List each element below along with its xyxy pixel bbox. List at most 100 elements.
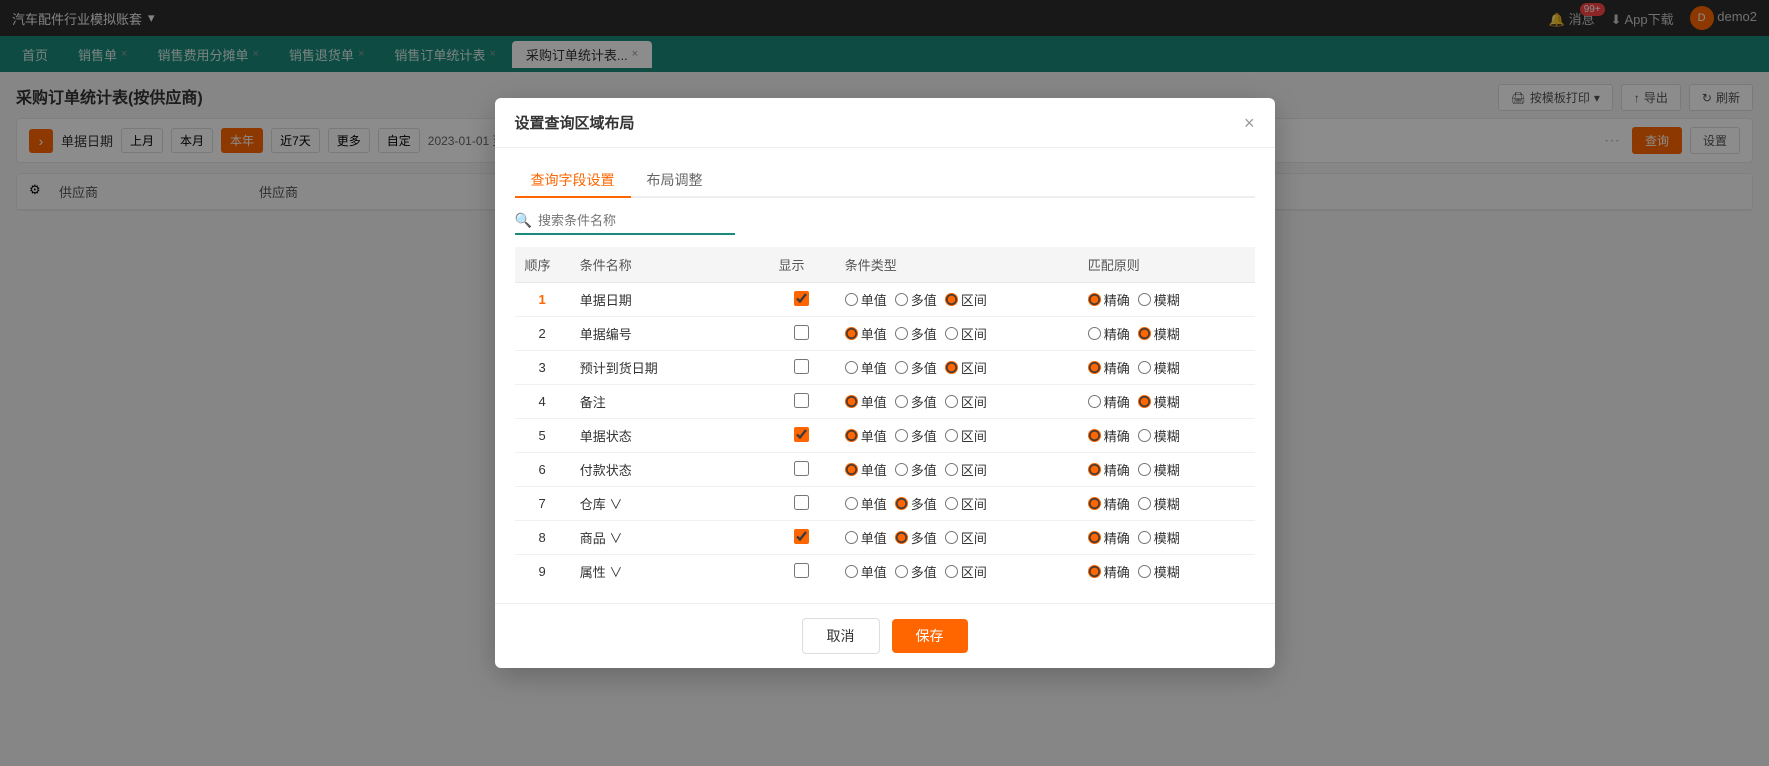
- type-option-type_range[interactable]: 区间: [945, 528, 987, 547]
- cell-type: 单值多值区间: [835, 453, 1078, 487]
- type-option-type_single[interactable]: 单值: [845, 290, 887, 309]
- dialog-tab-query[interactable]: 查询字段设置: [515, 164, 631, 198]
- match-radio-group: 精确模糊: [1088, 494, 1245, 513]
- cell-show[interactable]: [769, 385, 835, 419]
- table-row: 8商品 ∨单值多值区间精确模糊: [515, 521, 1255, 555]
- table-row: 2单据编号单值多值区间精确模糊: [515, 317, 1255, 351]
- cell-show[interactable]: [769, 317, 835, 351]
- type-option-type_multi[interactable]: 多值: [895, 528, 937, 547]
- match-option-match_fuzzy[interactable]: 模糊: [1138, 290, 1180, 309]
- show-checkbox[interactable]: [794, 529, 809, 544]
- cell-order: 4: [515, 385, 570, 419]
- show-checkbox[interactable]: [794, 359, 809, 374]
- cell-show[interactable]: [769, 351, 835, 385]
- match-option-match_exact[interactable]: 精确: [1088, 324, 1130, 343]
- type-option-type_single[interactable]: 单值: [845, 494, 887, 513]
- match-option-match_fuzzy[interactable]: 模糊: [1138, 426, 1180, 445]
- match-option-match_fuzzy[interactable]: 模糊: [1138, 358, 1180, 377]
- th-match: 匹配原则: [1078, 247, 1255, 283]
- show-checkbox[interactable]: [794, 393, 809, 408]
- type-option-type_single[interactable]: 单值: [845, 324, 887, 343]
- match-option-match_exact[interactable]: 精确: [1088, 392, 1130, 411]
- table-row: 5单据状态单值多值区间精确模糊: [515, 419, 1255, 453]
- type-option-type_multi[interactable]: 多值: [895, 562, 937, 581]
- match-option-match_fuzzy[interactable]: 模糊: [1138, 324, 1180, 343]
- cell-match: 精确模糊: [1078, 351, 1255, 385]
- cell-type: 单值多值区间: [835, 283, 1078, 317]
- cell-match: 精确模糊: [1078, 453, 1255, 487]
- match-option-match_fuzzy[interactable]: 模糊: [1138, 528, 1180, 547]
- table-row: 1单据日期单值多值区间精确模糊: [515, 283, 1255, 317]
- cell-match: 精确模糊: [1078, 487, 1255, 521]
- match-option-match_fuzzy[interactable]: 模糊: [1138, 460, 1180, 479]
- type-option-type_multi[interactable]: 多值: [895, 494, 937, 513]
- type-option-type_single[interactable]: 单值: [845, 392, 887, 411]
- show-checkbox[interactable]: [794, 563, 809, 578]
- match-option-match_exact[interactable]: 精确: [1088, 426, 1130, 445]
- type-option-type_range[interactable]: 区间: [945, 290, 987, 309]
- cell-show[interactable]: [769, 419, 835, 453]
- cell-order: 2: [515, 317, 570, 351]
- search-input[interactable]: [538, 213, 735, 228]
- cancel-button[interactable]: 取消: [802, 618, 880, 654]
- match-option-match_exact[interactable]: 精确: [1088, 528, 1130, 547]
- cell-order: 9: [515, 555, 570, 588]
- cell-show[interactable]: [769, 453, 835, 487]
- show-checkbox[interactable]: [794, 495, 809, 510]
- show-checkbox[interactable]: [794, 325, 809, 340]
- table-head: 顺序 条件名称 显示 条件类型 匹配原则: [515, 247, 1255, 283]
- type-option-type_single[interactable]: 单值: [845, 528, 887, 547]
- match-option-match_exact[interactable]: 精确: [1088, 494, 1130, 513]
- type-option-type_multi[interactable]: 多值: [895, 460, 937, 479]
- cell-match: 精确模糊: [1078, 317, 1255, 351]
- type-radio-group: 单值多值区间: [845, 290, 1068, 309]
- cell-show[interactable]: [769, 283, 835, 317]
- match-option-match_exact[interactable]: 精确: [1088, 290, 1130, 309]
- type-option-type_range[interactable]: 区间: [945, 562, 987, 581]
- type-option-type_range[interactable]: 区间: [945, 324, 987, 343]
- type-option-type_multi[interactable]: 多值: [895, 358, 937, 377]
- th-show: 显示: [769, 247, 835, 283]
- cell-show[interactable]: [769, 521, 835, 555]
- type-option-type_range[interactable]: 区间: [945, 460, 987, 479]
- match-option-match_exact[interactable]: 精确: [1088, 562, 1130, 581]
- show-checkbox[interactable]: [794, 291, 809, 306]
- cell-type: 单值多值区间: [835, 419, 1078, 453]
- type-radio-group: 单值多值区间: [845, 494, 1068, 513]
- type-option-type_single[interactable]: 单值: [845, 562, 887, 581]
- type-radio-group: 单值多值区间: [845, 324, 1068, 343]
- dialog: 设置查询区域布局 × 查询字段设置 布局调整 🔍 顺序: [495, 98, 1275, 668]
- type-option-type_multi[interactable]: 多值: [895, 290, 937, 309]
- dialog-tab-layout[interactable]: 布局调整: [631, 164, 719, 198]
- match-radio-group: 精确模糊: [1088, 392, 1245, 411]
- dialog-close-btn[interactable]: ×: [1244, 114, 1255, 132]
- type-option-type_multi[interactable]: 多值: [895, 426, 937, 445]
- type-radio-group: 单值多值区间: [845, 562, 1068, 581]
- show-checkbox[interactable]: [794, 461, 809, 476]
- type-option-type_range[interactable]: 区间: [945, 494, 987, 513]
- type-option-type_multi[interactable]: 多值: [895, 324, 937, 343]
- match-radio-group: 精确模糊: [1088, 358, 1245, 377]
- conditions-table-container: 顺序 条件名称 显示 条件类型 匹配原则 1单据日期单值多值区间精确模糊2单据编…: [515, 247, 1255, 587]
- type-option-type_single[interactable]: 单值: [845, 426, 887, 445]
- show-checkbox[interactable]: [794, 427, 809, 442]
- match-option-match_fuzzy[interactable]: 模糊: [1138, 494, 1180, 513]
- match-option-match_fuzzy[interactable]: 模糊: [1138, 562, 1180, 581]
- table-row: 6付款状态单值多值区间精确模糊: [515, 453, 1255, 487]
- type-option-type_range[interactable]: 区间: [945, 358, 987, 377]
- cell-name: 单据编号: [570, 317, 769, 351]
- match-option-match_fuzzy[interactable]: 模糊: [1138, 392, 1180, 411]
- type-option-type_multi[interactable]: 多值: [895, 392, 937, 411]
- save-button[interactable]: 保存: [892, 619, 968, 653]
- type-option-type_single[interactable]: 单值: [845, 358, 887, 377]
- type-option-type_range[interactable]: 区间: [945, 426, 987, 445]
- cell-show[interactable]: [769, 487, 835, 521]
- cell-show[interactable]: [769, 555, 835, 588]
- match-option-match_exact[interactable]: 精确: [1088, 358, 1130, 377]
- type-radio-group: 单值多值区间: [845, 460, 1068, 479]
- type-option-type_single[interactable]: 单值: [845, 460, 887, 479]
- type-option-type_range[interactable]: 区间: [945, 392, 987, 411]
- dialog-footer: 取消 保存: [495, 603, 1275, 668]
- match-option-match_exact[interactable]: 精确: [1088, 460, 1130, 479]
- cell-type: 单值多值区间: [835, 555, 1078, 588]
